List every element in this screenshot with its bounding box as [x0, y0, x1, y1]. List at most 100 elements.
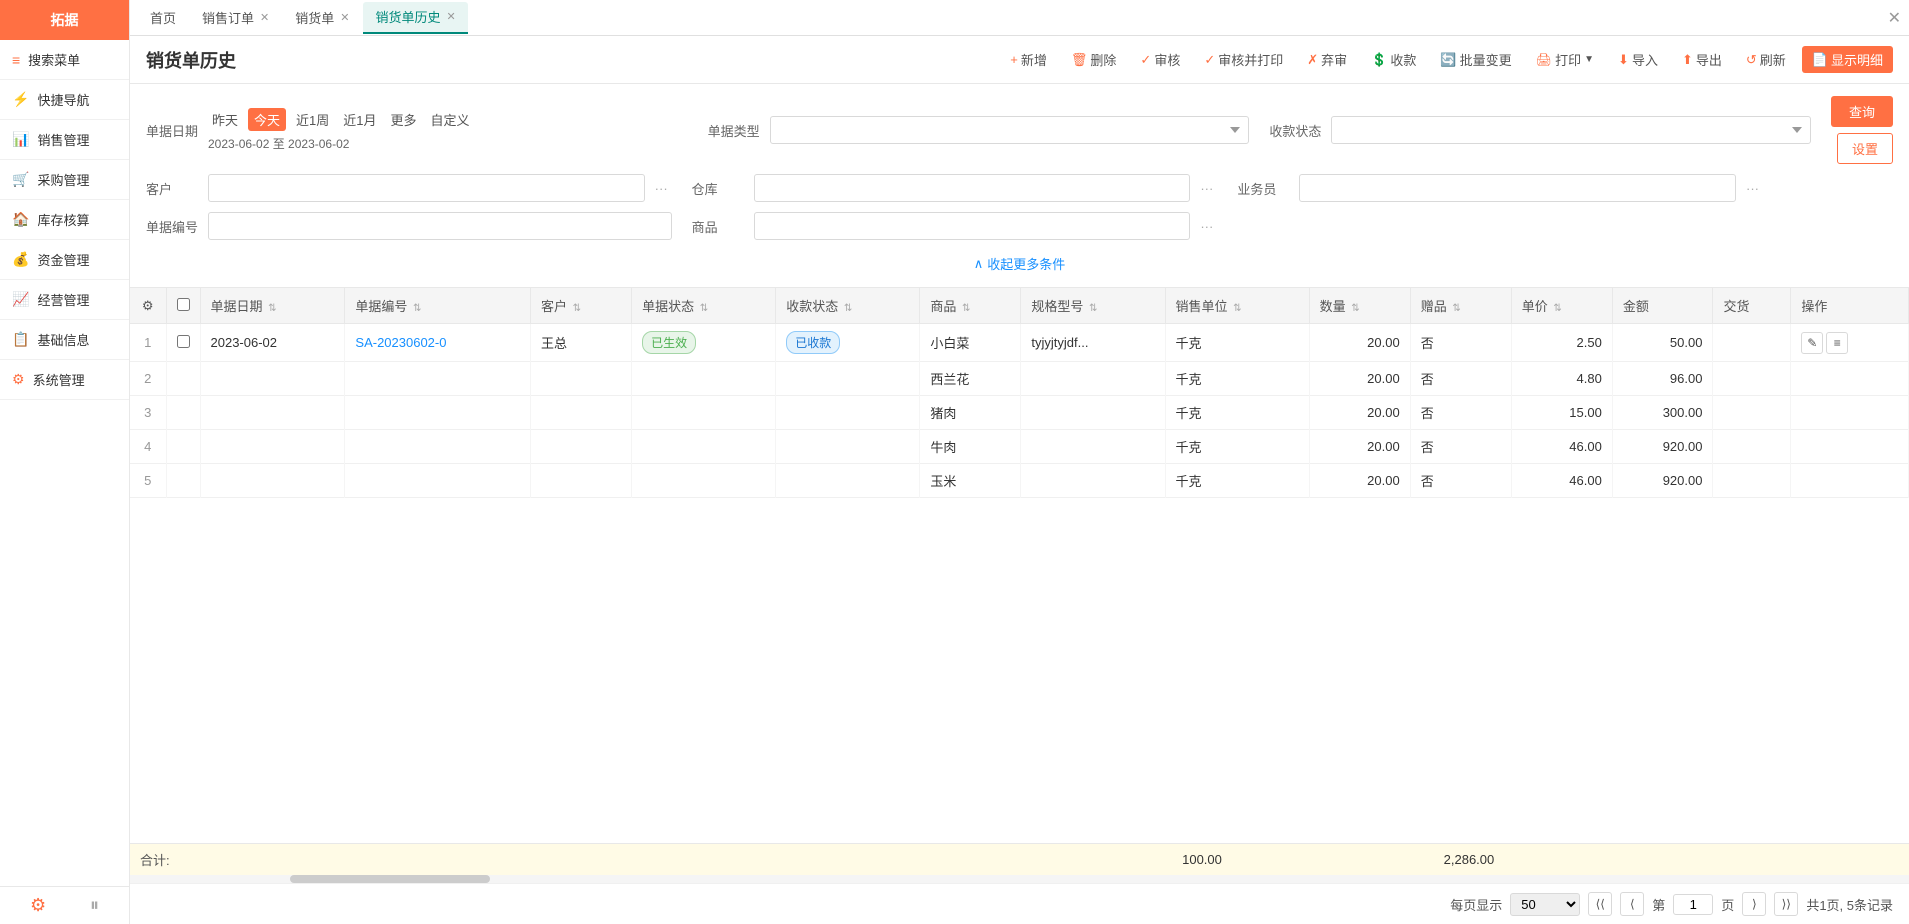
sidebar-item-purchase-mgmt[interactable]: 🛒 采购管理 — [0, 160, 129, 200]
sidebar-item-basic-info[interactable]: 📋 基础信息 — [0, 320, 129, 360]
pay-status-select[interactable] — [1331, 116, 1811, 144]
edit-button[interactable]: ✎ — [1801, 332, 1823, 354]
audit-icon: ✓ — [1140, 52, 1151, 68]
col-customer: 客户 ⇅ — [531, 288, 632, 324]
sidebar-item-system-mgmt[interactable]: ⚙ 系统管理 — [0, 360, 129, 400]
tab-sales-goods[interactable]: 销货单 ✕ — [283, 2, 361, 34]
sort-spec-icon[interactable]: ⇅ — [1089, 303, 1097, 314]
sidebar-bottom-icon2[interactable]: ⏸ — [90, 895, 99, 916]
row-check-cell[interactable] — [166, 430, 200, 464]
delete-button[interactable]: 🗑 删除 — [1063, 46, 1125, 73]
date-today[interactable]: 今天 — [248, 108, 286, 131]
query-button[interactable]: 查询 — [1831, 96, 1893, 127]
footer-qty: 100.00 — [1162, 852, 1242, 867]
print-button[interactable]: 🖨 打印 ▼ — [1528, 46, 1602, 73]
collect-button[interactable]: 💲 收款 — [1363, 46, 1424, 73]
sort-date-icon[interactable]: ⇅ — [268, 303, 276, 314]
show-detail-button[interactable]: 📄 显示明细 — [1802, 46, 1893, 73]
col-goods: 商品 ⇅ — [920, 288, 1021, 324]
footer-cells: 100.00 2,286.00 — [200, 852, 1899, 867]
goods-dots[interactable]: ··· — [1196, 219, 1217, 234]
row-check-cell[interactable] — [166, 362, 200, 396]
sidebar-item-inventory[interactable]: 🏠 库存核算 — [0, 200, 129, 240]
row-gift-cell: 否 — [1410, 396, 1511, 430]
sort-goods-icon[interactable]: ⇅ — [962, 303, 970, 314]
export-button[interactable]: ⬆ 导出 — [1674, 46, 1730, 73]
settings-button[interactable]: 设置 — [1837, 133, 1893, 164]
row-check-cell[interactable] — [166, 464, 200, 498]
row-goods-cell: 猪肉 — [920, 396, 1021, 430]
add-icon: + — [1010, 52, 1018, 67]
doc-num-link[interactable]: SA-20230602-0 — [355, 335, 446, 350]
sort-price-icon[interactable]: ⇅ — [1553, 303, 1561, 314]
sidebar-item-operations[interactable]: 📈 经营管理 — [0, 280, 129, 320]
date-yesterday[interactable]: 昨天 — [208, 108, 242, 131]
customer-dots[interactable]: ··· — [651, 181, 672, 196]
warehouse-dots[interactable]: ··· — [1196, 181, 1217, 196]
row-goods-cell: 牛肉 — [920, 430, 1021, 464]
refresh-button[interactable]: ↺ 刷新 — [1738, 46, 1794, 73]
add-button[interactable]: + 新增 — [1002, 46, 1055, 73]
page-prev-button[interactable]: ⟨ — [1620, 892, 1644, 916]
date-last7[interactable]: 近1周 — [292, 108, 333, 131]
select-all-checkbox[interactable] — [177, 298, 190, 311]
doc-num-input[interactable] — [208, 212, 672, 240]
tab-sales-order[interactable]: 销售订单 ✕ — [190, 2, 281, 34]
customer-input[interactable] — [208, 174, 645, 202]
audit-print-button[interactable]: ✓ 审核并打印 — [1196, 46, 1291, 73]
page-next-button[interactable]: ⟩ — [1742, 892, 1766, 916]
sort-gift-icon[interactable]: ⇅ — [1452, 303, 1460, 314]
row-check-cell[interactable] — [166, 324, 200, 362]
batch-change-button[interactable]: 🔄 批量变更 — [1432, 46, 1519, 73]
sidebar: 拓据 ≡ 搜索菜单 ⚡ 快捷导航 📊 销售管理 🛒 采购管理 🏠 库存核算 💰 … — [0, 0, 130, 924]
row-check-cell[interactable] — [166, 396, 200, 430]
scrollbar-thumb[interactable] — [290, 875, 490, 883]
tab-sales-goods-close[interactable]: ✕ — [340, 11, 349, 24]
doc-type-select[interactable] — [770, 116, 1250, 144]
date-more[interactable]: 更多 — [387, 108, 421, 131]
sidebar-item-quick-nav[interactable]: ⚡ 快捷导航 — [0, 80, 129, 120]
date-custom[interactable]: 自定义 — [427, 108, 474, 131]
inventory-icon: 🏠 — [12, 211, 29, 228]
horizontal-scrollbar[interactable] — [130, 875, 1909, 883]
row-checkbox[interactable] — [177, 335, 190, 348]
abandon-button[interactable]: ✗ 弃审 — [1299, 46, 1355, 73]
tab-sales-history[interactable]: 销货单历史 ✕ — [363, 2, 467, 34]
tab-home[interactable]: 首页 — [138, 2, 188, 34]
sidebar-item-sales-mgmt[interactable]: 📊 销售管理 — [0, 120, 129, 160]
sort-docnum-icon[interactable]: ⇅ — [413, 303, 421, 314]
page-header: 销货单历史 + 新增 🗑 删除 ✓ 审核 ✓ 审核并打印 ✗ 弃审 — [130, 36, 1909, 84]
col-settings[interactable]: ⚙ — [130, 288, 166, 324]
goods-input[interactable] — [754, 212, 1191, 240]
sidebar-bottom-icon1[interactable]: ⚙ — [30, 895, 46, 916]
col-check[interactable] — [166, 288, 200, 324]
row-docstatus-cell — [632, 362, 776, 396]
per-page-select[interactable]: 50 10 20 100 — [1510, 893, 1580, 916]
sort-paystatus-icon[interactable]: ⇅ — [844, 303, 852, 314]
tab-sales-order-close[interactable]: ✕ — [260, 11, 269, 24]
warehouse-input[interactable] — [754, 174, 1191, 202]
page-last-button[interactable]: ⟩⟩ — [1774, 892, 1798, 916]
staff-dots[interactable]: ··· — [1742, 181, 1763, 196]
row-paystatus-cell — [776, 464, 920, 498]
filter-goods: 商品 ··· — [692, 212, 1218, 240]
staff-input[interactable] — [1299, 174, 1736, 202]
import-button[interactable]: ⬇ 导入 — [1610, 46, 1666, 73]
page-first-button[interactable]: ⟨⟨ — [1588, 892, 1612, 916]
sort-unit-icon[interactable]: ⇅ — [1233, 303, 1241, 314]
audit-button[interactable]: ✓ 审核 — [1132, 46, 1188, 73]
date-last30[interactable]: 近1月 — [339, 108, 380, 131]
sort-docstatus-icon[interactable]: ⇅ — [700, 303, 708, 314]
page-input[interactable] — [1673, 894, 1713, 915]
window-close-icon[interactable]: ✕ — [1888, 8, 1901, 28]
sidebar-item-finance[interactable]: 💰 资金管理 — [0, 240, 129, 280]
row-gift-cell: 否 — [1410, 324, 1511, 362]
more-button[interactable]: ≡ — [1826, 332, 1848, 354]
col-doc-status: 单据状态 ⇅ — [632, 288, 776, 324]
tab-sales-history-close[interactable]: ✕ — [447, 10, 456, 23]
sort-qty-icon[interactable]: ⇅ — [1351, 303, 1359, 314]
filter-doc-type: 单据类型 — [708, 116, 1250, 144]
collapse-button[interactable]: ∧ 收起更多条件 — [146, 250, 1893, 281]
sidebar-item-search-menu[interactable]: ≡ 搜索菜单 — [0, 40, 129, 80]
sort-customer-icon[interactable]: ⇅ — [573, 303, 581, 314]
